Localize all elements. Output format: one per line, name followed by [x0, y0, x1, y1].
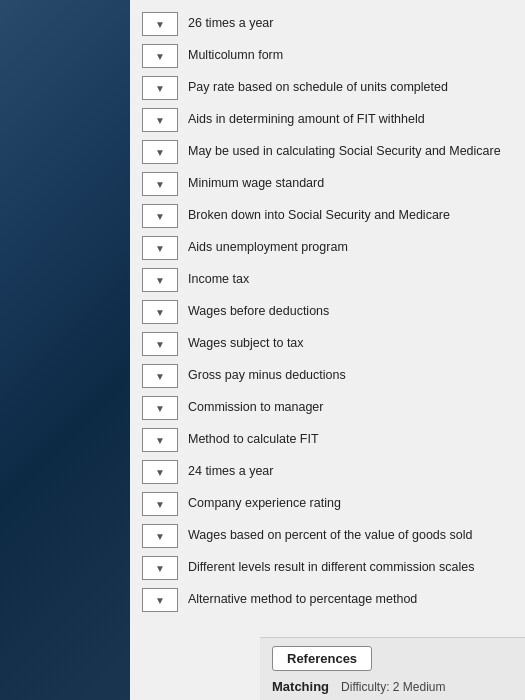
item-text: Gross pay minus deductions [188, 367, 346, 385]
chevron-down-icon: ▼ [155, 467, 165, 478]
quiz-item: ▼ May be used in calculating Social Secur… [130, 136, 525, 168]
item-text: Minimum wage standard [188, 175, 324, 193]
quiz-item: ▼ Multicolumn form [130, 40, 525, 72]
item-text: Different levels result in different com… [188, 559, 474, 577]
item-text: Wages based on percent of the value of g… [188, 527, 472, 545]
dropdown-box[interactable]: ▼ [142, 556, 178, 580]
sidebar-background [0, 0, 130, 700]
item-text: Commission to manager [188, 399, 323, 417]
chevron-down-icon: ▼ [155, 531, 165, 542]
dropdown-box[interactable]: ▼ [142, 300, 178, 324]
quiz-item: ▼ 24 times a year [130, 456, 525, 488]
dropdown-box[interactable]: ▼ [142, 204, 178, 228]
chevron-down-icon: ▼ [155, 179, 165, 190]
chevron-down-icon: ▼ [155, 51, 165, 62]
quiz-item: ▼ Company experience rating [130, 488, 525, 520]
dropdown-box[interactable]: ▼ [142, 492, 178, 516]
chevron-down-icon: ▼ [155, 563, 165, 574]
dropdown-box[interactable]: ▼ [142, 44, 178, 68]
quiz-items-container: ▼ 26 times a year ▼ Multicolumn form ▼ Pay ra… [130, 8, 525, 616]
chevron-down-icon: ▼ [155, 243, 165, 254]
chevron-down-icon: ▼ [155, 307, 165, 318]
chevron-down-icon: ▼ [155, 499, 165, 510]
chevron-down-icon: ▼ [155, 435, 165, 446]
dropdown-box[interactable]: ▼ [142, 12, 178, 36]
dropdown-box[interactable]: ▼ [142, 268, 178, 292]
quiz-item: ▼ Commission to manager [130, 392, 525, 424]
item-text: 24 times a year [188, 463, 273, 481]
quiz-item: ▼ Different levels result in different co… [130, 552, 525, 584]
quiz-item: ▼ Wages before deductions [130, 296, 525, 328]
dropdown-box[interactable]: ▼ [142, 588, 178, 612]
chevron-down-icon: ▼ [155, 211, 165, 222]
quiz-item: ▼ 26 times a year [130, 8, 525, 40]
chevron-down-icon: ▼ [155, 83, 165, 94]
item-text: Wages before deductions [188, 303, 329, 321]
matching-label: Matching [272, 679, 329, 694]
chevron-down-icon: ▼ [155, 19, 165, 30]
quiz-item: ▼ Method to calculate FIT [130, 424, 525, 456]
references-button[interactable]: References [272, 646, 372, 671]
difficulty-text: Difficulty: 2 Medium [341, 680, 445, 694]
chevron-down-icon: ▼ [155, 339, 165, 350]
quiz-item: ▼ Minimum wage standard [130, 168, 525, 200]
chevron-down-icon: ▼ [155, 403, 165, 414]
dropdown-box[interactable]: ▼ [142, 76, 178, 100]
quiz-item: ▼ Wages subject to tax [130, 328, 525, 360]
item-text: Wages subject to tax [188, 335, 304, 353]
quiz-item: ▼ Income tax [130, 264, 525, 296]
main-content: ▼ 26 times a year ▼ Multicolumn form ▼ Pay ra… [130, 0, 525, 700]
dropdown-box[interactable]: ▼ [142, 236, 178, 260]
dropdown-box[interactable]: ▼ [142, 332, 178, 356]
quiz-item: ▼ Alternative method to percentage method [130, 584, 525, 616]
item-text: Income tax [188, 271, 249, 289]
dropdown-box[interactable]: ▼ [142, 140, 178, 164]
chevron-down-icon: ▼ [155, 371, 165, 382]
item-text: 26 times a year [188, 15, 273, 33]
quiz-item: ▼ Pay rate based on schedule of units com… [130, 72, 525, 104]
item-text: Multicolumn form [188, 47, 283, 65]
chevron-down-icon: ▼ [155, 115, 165, 126]
dropdown-box[interactable]: ▼ [142, 364, 178, 388]
chevron-down-icon: ▼ [155, 275, 165, 286]
dropdown-box[interactable]: ▼ [142, 108, 178, 132]
item-text: Alternative method to percentage method [188, 591, 417, 609]
dropdown-box[interactable]: ▼ [142, 460, 178, 484]
chevron-down-icon: ▼ [155, 595, 165, 606]
bottom-bar: References Matching Difficulty: 2 Medium [260, 637, 525, 700]
dropdown-box[interactable]: ▼ [142, 396, 178, 420]
item-text: Pay rate based on schedule of units comp… [188, 79, 448, 97]
item-text: Method to calculate FIT [188, 431, 319, 449]
dropdown-box[interactable]: ▼ [142, 524, 178, 548]
quiz-item: ▼ Wages based on percent of the value of … [130, 520, 525, 552]
item-text: May be used in calculating Social Securi… [188, 143, 501, 161]
chevron-down-icon: ▼ [155, 147, 165, 158]
quiz-item: ▼ Broken down into Social Security and Me… [130, 200, 525, 232]
quiz-item: ▼ Gross pay minus deductions [130, 360, 525, 392]
quiz-item: ▼ Aids in determining amount of FIT withh… [130, 104, 525, 136]
item-text: Broken down into Social Security and Med… [188, 207, 450, 225]
item-text: Company experience rating [188, 495, 341, 513]
dropdown-box[interactable]: ▼ [142, 172, 178, 196]
dropdown-box[interactable]: ▼ [142, 428, 178, 452]
item-text: Aids in determining amount of FIT withhe… [188, 111, 425, 129]
quiz-item: ▼ Aids unemployment program [130, 232, 525, 264]
item-text: Aids unemployment program [188, 239, 348, 257]
